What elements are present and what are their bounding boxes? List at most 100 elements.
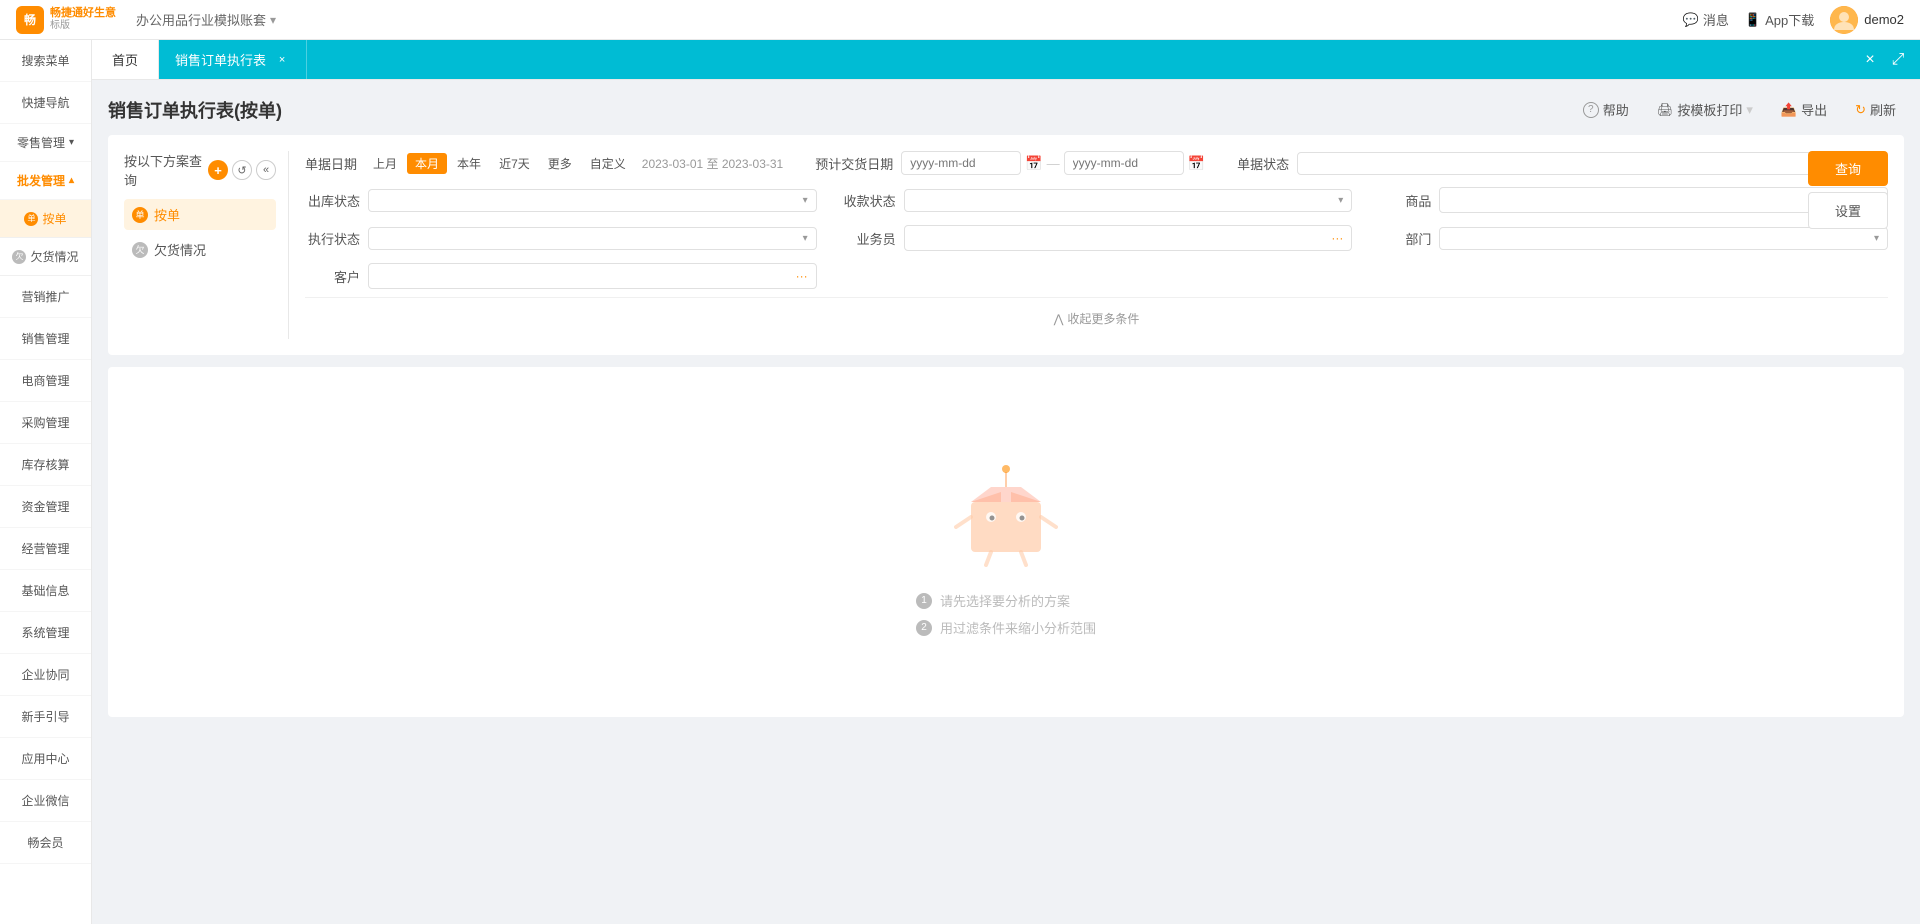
sidebar: 搜索菜单 快捷导航 零售管理 ▾ 批发管理 ▴ 单 按单 <box>0 40 92 924</box>
sidebar-item-search[interactable]: 搜索菜单 <box>0 40 91 82</box>
customer-input[interactable]: ··· <box>368 263 817 289</box>
step-1-icon: 1 <box>916 593 932 609</box>
filter-nav-item-debt[interactable]: 欠 欠货情况 <box>124 234 276 265</box>
department-select[interactable]: ▾ <box>1439 227 1888 250</box>
forecast-from-input[interactable] <box>901 151 1021 175</box>
execution-chevron-icon: ▾ <box>803 233 808 244</box>
refresh-button[interactable]: ↻ 刷新 <box>1847 96 1904 123</box>
filter-row-4: 客户 ··· <box>305 263 1888 289</box>
retail-arrow-icon: ▾ <box>69 137 74 148</box>
collapse-up-icon: ⋀ <box>1054 312 1064 326</box>
sidebar-item-ecommerce[interactable]: 电商管理 <box>0 360 91 402</box>
filter-left-panel: 按以下方案查询 + ↺ « 单 按单 <box>124 151 289 339</box>
status-label: 单据状态 <box>1237 154 1289 173</box>
filter-collapse-button[interactable]: « <box>256 160 276 180</box>
filter-add-button[interactable]: + <box>208 160 228 180</box>
sidebar-item-member[interactable]: 畅会员 <box>0 822 91 864</box>
filter-nav-label-order: 按单 <box>154 205 180 224</box>
page-title: 销售订单执行表(按单) <box>108 97 282 123</box>
forecast-date-inputs: 📅 — 📅 <box>901 151 1205 175</box>
sidebar-item-apps[interactable]: 应用中心 <box>0 738 91 780</box>
calendar-from-icon[interactable]: 📅 <box>1025 155 1042 172</box>
print-button[interactable]: 🖨 按模板打印 ▾ <box>1649 96 1761 123</box>
calendar-to-icon[interactable]: 📅 <box>1188 155 1205 172</box>
print-dropdown-icon: ▾ <box>1746 102 1753 118</box>
payment-chevron-icon: ▾ <box>1338 195 1343 206</box>
filter-nav-item-order[interactable]: 单 按单 <box>124 199 276 230</box>
refresh-icon: ↻ <box>1855 102 1866 118</box>
page-actions: ? 帮助 🖨 按模板打印 ▾ 📤 导出 ↻ <box>1575 96 1904 123</box>
date-btn-this-month[interactable]: 本月 <box>407 153 447 174</box>
customer-label: 客户 <box>305 267 360 286</box>
filter-nav-header: 按以下方案查询 + ↺ « <box>124 151 276 189</box>
window-close-button[interactable]: × <box>1860 50 1880 70</box>
tab-close-icon[interactable]: × <box>274 52 290 68</box>
message-button[interactable]: 💬 消息 <box>1683 10 1729 29</box>
search-button[interactable]: 查询 <box>1808 151 1888 186</box>
sidebar-sub-item-debt[interactable]: 欠 欠货情况 <box>0 238 91 276</box>
status-field: 单据状态 ▾ <box>1237 152 1888 175</box>
tab-home[interactable]: 首页 <box>92 40 159 79</box>
date-btn-this-year[interactable]: 本年 <box>449 153 489 174</box>
delivery-select[interactable]: ▾ <box>368 189 817 212</box>
sidebar-item-operation[interactable]: 经营管理 <box>0 528 91 570</box>
logo-icon: 畅 <box>16 6 44 34</box>
order-icon: 单 <box>24 212 38 226</box>
help-button[interactable]: ? 帮助 <box>1575 96 1637 123</box>
filter-row-2: 出库状态 ▾ 收款状态 <box>305 187 1888 213</box>
debt-nav-icon: 欠 <box>132 242 148 258</box>
filter-right-panel: 单据日期 上月 本月 本年 近7天 更多 自定义 <box>289 151 1888 339</box>
sidebar-item-wechat[interactable]: 企业微信 <box>0 780 91 822</box>
date-btn-more[interactable]: 更多 <box>540 153 580 174</box>
search-btn-group: 查询 设置 <box>1808 151 1888 229</box>
sidebar-item-marketing[interactable]: 营销推广 <box>0 276 91 318</box>
tab-bar: 首页 销售订单执行表 × × ⤢ <box>92 40 1920 80</box>
sidebar-item-quick-nav[interactable]: 快捷导航 <box>0 82 91 124</box>
sidebar-item-finance[interactable]: 资金管理 <box>0 486 91 528</box>
app-title-area[interactable]: 办公用品行业模拟账套 ▾ <box>136 10 276 29</box>
collapse-button[interactable]: ⋀ 收起更多条件 <box>1042 306 1152 331</box>
execution-label: 执行状态 <box>305 229 360 248</box>
user-name: demo2 <box>1864 12 1904 27</box>
sidebar-item-retail[interactable]: 零售管理 ▾ <box>0 124 91 162</box>
content-area: 首页 销售订单执行表 × × ⤢ 销售订单执行表(按单) <box>92 40 1920 924</box>
forecast-to-input[interactable] <box>1064 151 1184 175</box>
sidebar-item-sales[interactable]: 销售管理 <box>0 318 91 360</box>
sidebar-item-guide[interactable]: 新手引导 <box>0 696 91 738</box>
date-btn-7days[interactable]: 近7天 <box>491 153 538 174</box>
user-area[interactable]: demo2 <box>1830 6 1904 34</box>
app-subtitle: 标版 <box>50 20 116 32</box>
tab-window-actions: × ⤢ <box>1848 40 1920 79</box>
avatar <box>1830 6 1858 34</box>
export-button[interactable]: 📤 导出 <box>1773 96 1835 123</box>
payment-field: 收款状态 ▾ <box>841 187 1353 213</box>
status-select[interactable]: ▾ <box>1297 152 1888 175</box>
app-download-icon: 📱 <box>1745 12 1761 28</box>
sidebar-item-wholesale[interactable]: 批发管理 ▴ <box>0 162 91 200</box>
forecast-label: 预计交货日期 <box>815 154 893 173</box>
salesperson-input[interactable]: ··· <box>904 225 1353 251</box>
step-2-icon: 2 <box>916 620 932 636</box>
tab-active[interactable]: 销售订单执行表 × <box>159 40 307 79</box>
sidebar-item-basic[interactable]: 基础信息 <box>0 570 91 612</box>
tab-spacer <box>307 40 1848 79</box>
sidebar-item-collab[interactable]: 企业协同 <box>0 654 91 696</box>
delivery-label: 出库状态 <box>305 191 360 210</box>
sidebar-item-inventory[interactable]: 库存核算 <box>0 444 91 486</box>
filter-refresh-button[interactable]: ↺ <box>232 160 252 180</box>
print-icon: 🖨 <box>1657 102 1674 118</box>
payment-select[interactable]: ▾ <box>904 189 1353 212</box>
sidebar-sub-item-order[interactable]: 单 按单 <box>0 200 91 238</box>
empty-step-1: 1 请先选择要分析的方案 <box>916 591 1070 610</box>
title-dropdown-icon[interactable]: ▾ <box>270 13 276 27</box>
app-download-button[interactable]: 📱 App下载 <box>1745 10 1814 29</box>
top-bar: 畅 畅捷通好生意 标版 办公用品行业模拟账套 ▾ 💬 消息 📱 App下载 <box>0 0 1920 40</box>
sidebar-item-purchase[interactable]: 采购管理 <box>0 402 91 444</box>
date-btn-custom[interactable]: 自定义 <box>582 153 634 174</box>
filter-nav-actions: + ↺ « <box>208 160 276 180</box>
execution-select[interactable]: ▾ <box>368 227 817 250</box>
window-maximize-button[interactable]: ⤢ <box>1888 50 1908 70</box>
date-btn-last-month[interactable]: 上月 <box>365 153 405 174</box>
settings-button[interactable]: 设置 <box>1808 192 1888 229</box>
sidebar-item-system[interactable]: 系统管理 <box>0 612 91 654</box>
